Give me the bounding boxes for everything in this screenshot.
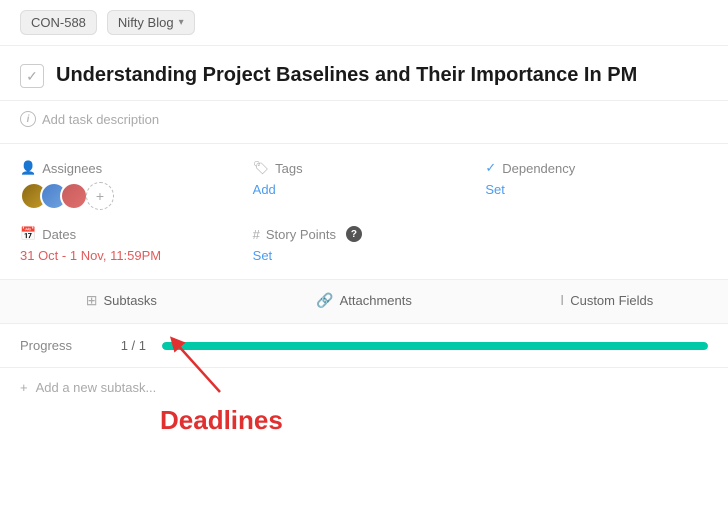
progress-section: Progress 1 / 1 [0, 324, 728, 368]
add-description-row[interactable]: i Add task description [20, 111, 708, 127]
avatar [60, 182, 88, 210]
chevron-down-icon: ▾ [179, 17, 184, 28]
tab-custom-fields-label: Custom Fields [570, 293, 653, 308]
tab-custom-fields[interactable]: Ⅰ Custom Fields [485, 280, 728, 323]
task-header: ✓ Understanding Project Baselines and Th… [0, 46, 728, 101]
story-points-value[interactable]: Set [253, 248, 476, 263]
tab-subtasks[interactable]: ⊞ Subtasks [0, 280, 243, 323]
progress-row: Progress 1 / 1 [20, 338, 708, 353]
subtasks-icon: ⊞ [86, 292, 98, 309]
help-icon: ? [346, 226, 362, 242]
add-subtask-row[interactable]: + Add a new subtask... [0, 368, 728, 407]
description-placeholder: Add task description [42, 112, 159, 127]
task-title: Understanding Project Baselines and Thei… [56, 62, 637, 88]
add-assignee-button[interactable]: + [86, 182, 114, 210]
dates-label: 📅 Dates [20, 226, 243, 242]
story-points-label: # Story Points ? [253, 226, 476, 242]
progress-bar-track [162, 342, 708, 350]
task-description-section: i Add task description [0, 101, 728, 144]
dates-field: 📅 Dates 31 Oct - 1 Nov, 11:59PM [20, 226, 243, 263]
project-tag[interactable]: Nifty Blog ▾ [107, 10, 195, 35]
tab-subtasks-label: Subtasks [103, 293, 156, 308]
top-bar: CON-588 Nifty Blog ▾ [0, 0, 728, 46]
hash-icon: # [253, 227, 260, 242]
tab-attachments[interactable]: 🔗 Attachments [243, 280, 486, 323]
tags-field: 🏷 Tags Add [253, 160, 476, 210]
dates-value[interactable]: 31 Oct - 1 Nov, 11:59PM [20, 248, 243, 263]
plus-icon: + [20, 380, 28, 395]
add-subtask-label: Add a new subtask... [36, 380, 157, 395]
user-icon: 👤 [20, 160, 36, 176]
attachment-icon: 🔗 [316, 292, 333, 309]
progress-fraction: 1 / 1 [116, 338, 146, 353]
fields-section: 👤 Assignees + 🏷 Tags Add [0, 144, 728, 280]
progress-bar-fill [162, 342, 708, 350]
info-icon: i [20, 111, 36, 127]
assignees-label: 👤 Assignees [20, 160, 243, 176]
calendar-icon: 📅 [20, 226, 36, 242]
task-checkbox[interactable]: ✓ [20, 64, 44, 88]
ticket-id-badge[interactable]: CON-588 [20, 10, 97, 35]
check-icon: ✓ [26, 68, 38, 85]
dependency-label: ✓ Dependency [485, 160, 708, 176]
deadlines-annotation: Deadlines [160, 405, 283, 436]
project-name: Nifty Blog [118, 15, 174, 30]
tags-value[interactable]: Add [253, 182, 476, 197]
dependency-value[interactable]: Set [485, 182, 708, 197]
assignees-avatars: + [20, 182, 243, 210]
story-points-field: # Story Points ? Set [253, 226, 476, 263]
check-icon: ✓ [485, 160, 496, 176]
tab-attachments-label: Attachments [340, 293, 412, 308]
tags-label: 🏷 Tags [253, 160, 476, 176]
fields-grid: 👤 Assignees + 🏷 Tags Add [20, 160, 708, 263]
custom-fields-icon: Ⅰ [560, 292, 564, 309]
dependency-field: ✓ Dependency Set [485, 160, 708, 210]
tag-icon: 🏷 [253, 160, 270, 176]
progress-label: Progress [20, 338, 100, 353]
assignees-field: 👤 Assignees + [20, 160, 243, 210]
tabs-bar: ⊞ Subtasks 🔗 Attachments Ⅰ Custom Fields [0, 280, 728, 324]
